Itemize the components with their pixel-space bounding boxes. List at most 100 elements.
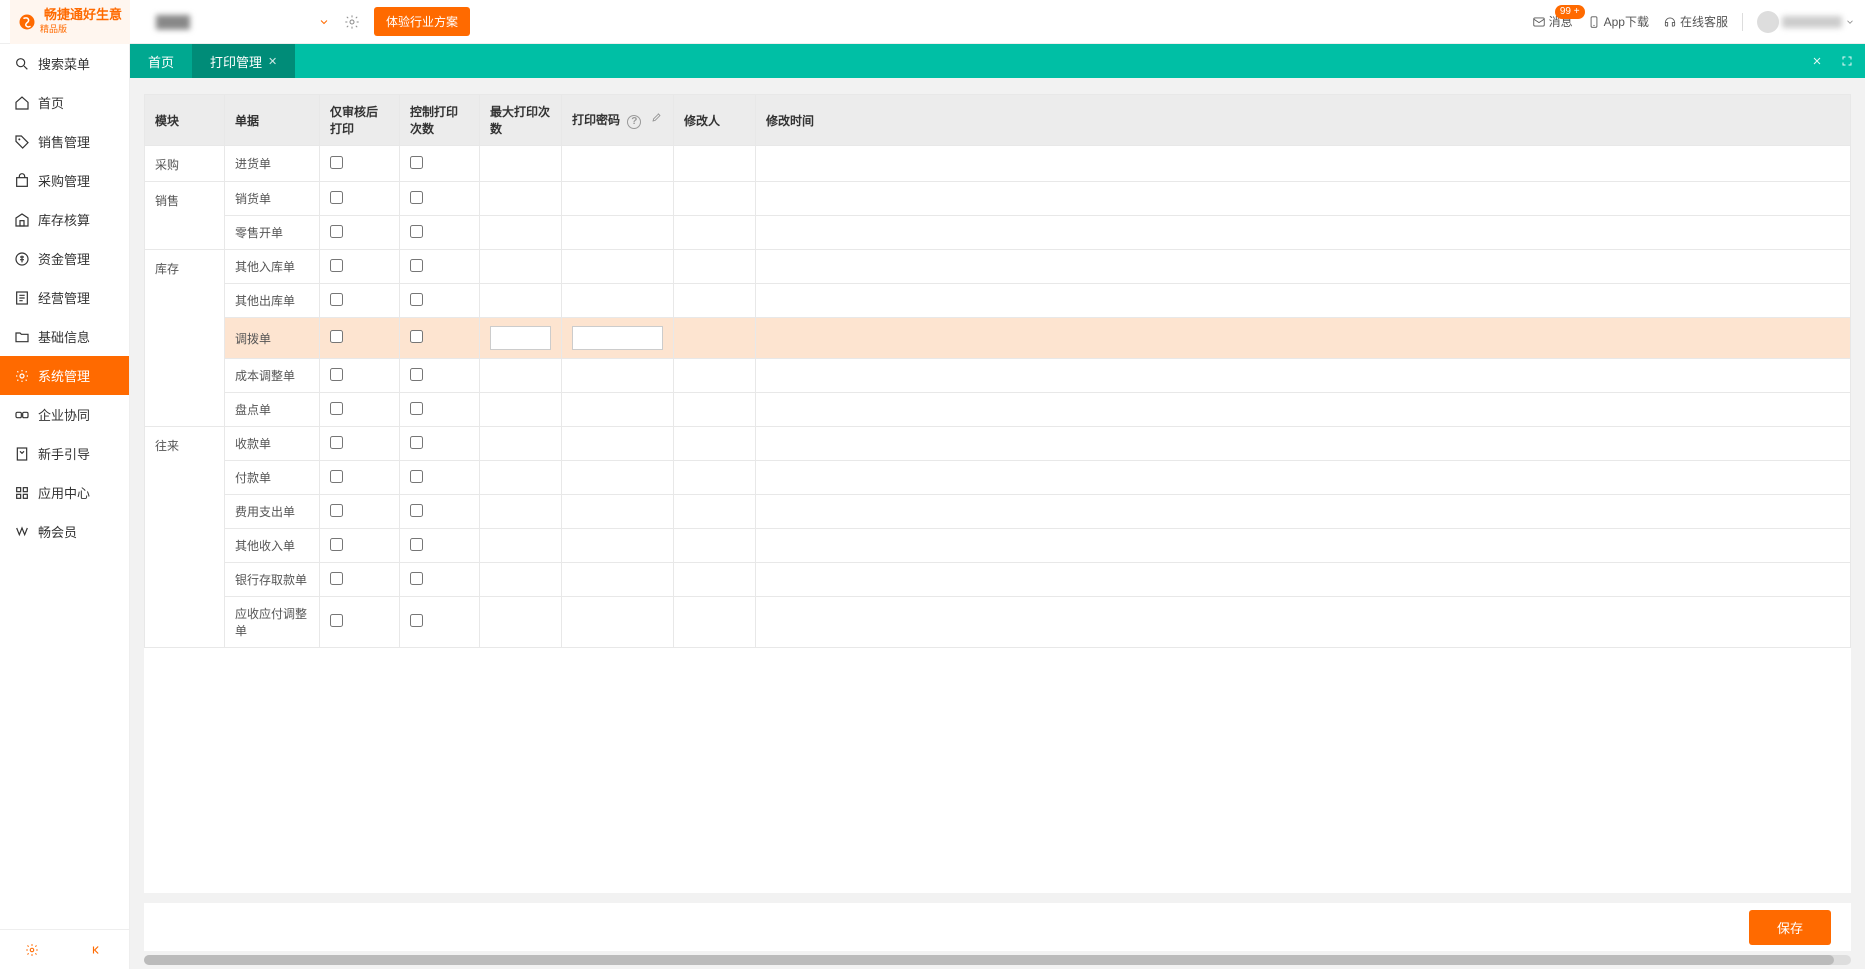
online-service-link[interactable]: 在线客服 [1663,13,1728,30]
scrollbar-thumb[interactable] [144,955,1834,965]
org-selector[interactable]: ████ [148,8,338,36]
only-approved-checkbox[interactable] [330,614,343,627]
control-count-checkbox[interactable] [410,402,423,415]
table-row[interactable]: 其他收入单 [145,529,1851,563]
sidebar-item-9[interactable]: 企业协同 [0,395,129,434]
sidebar-item-8[interactable]: 系统管理 [0,356,129,395]
phone-icon [1587,15,1601,29]
control-count-checkbox[interactable] [410,614,423,627]
control-count-checkbox[interactable] [410,156,423,169]
fullscreen-icon[interactable] [1837,51,1857,71]
table-row[interactable]: 库存其他入库单 [145,250,1851,284]
table-row[interactable]: 零售开单 [145,216,1851,250]
tab-print-management[interactable]: 打印管理 ✕ [192,44,295,78]
sidebar-item-1[interactable]: 首页 [0,83,129,122]
sidebar-item-5[interactable]: 资金管理 [0,239,129,278]
only-approved-checkbox[interactable] [330,470,343,483]
doc-cell: 付款单 [225,461,320,495]
only-approved-checkbox[interactable] [330,504,343,517]
trial-industry-button[interactable]: 体验行业方案 [374,7,470,36]
tab-close-icon[interactable]: ✕ [268,55,277,68]
only-approved-checkbox[interactable] [330,259,343,272]
th-only-approved: 仅审核后打印 [320,95,400,146]
only-approved-checkbox[interactable] [330,436,343,449]
top-header: 畅捷通好生意 精品版 ████ 体验行业方案 消息 99 + App下载 在线客… [0,0,1865,44]
table-row[interactable]: 其他出库单 [145,284,1851,318]
logo-sub: 精品版 [40,22,122,35]
table-row[interactable]: 调拨单 [145,318,1851,359]
only-approved-cell [320,597,400,648]
control-count-checkbox[interactable] [410,572,423,585]
tab-print-label: 打印管理 [210,52,262,71]
table-row[interactable]: 应收应付调整单 [145,597,1851,648]
messages-link[interactable]: 消息 99 + [1532,13,1573,30]
collapse-sidebar-icon[interactable] [90,943,104,957]
table-row[interactable]: 银行存取款单 [145,563,1851,597]
table-row[interactable]: 往来收款单 [145,427,1851,461]
control-count-checkbox[interactable] [410,259,423,272]
only-approved-checkbox[interactable] [330,191,343,204]
sidebar-item-2[interactable]: 销售管理 [0,122,129,161]
control-count-checkbox[interactable] [410,191,423,204]
control-count-checkbox[interactable] [410,504,423,517]
tabs-close-all-icon[interactable] [1807,51,1827,71]
table-row[interactable]: 付款单 [145,461,1851,495]
sidebar-item-11[interactable]: 应用中心 [0,473,129,512]
only-approved-checkbox[interactable] [330,368,343,381]
th-password: 打印密码 ? [562,95,674,146]
module-cell: 销售 [145,182,225,250]
control-count-checkbox[interactable] [410,330,423,343]
table-row[interactable]: 销售销货单 [145,182,1851,216]
doc-cell: 其他出库单 [225,284,320,318]
help-icon[interactable]: ? [627,115,641,129]
sidebar-item-4[interactable]: 库存核算 [0,200,129,239]
table-row[interactable]: 成本调整单 [145,359,1851,393]
edit-column-icon[interactable] [651,111,663,123]
save-button[interactable]: 保存 [1749,910,1831,945]
horizontal-scrollbar[interactable] [144,955,1851,965]
message-icon [1532,15,1546,29]
user-profile[interactable] [1757,11,1855,33]
control-count-checkbox[interactable] [410,293,423,306]
only-approved-checkbox[interactable] [330,572,343,585]
sidebar-item-label: 采购管理 [38,171,90,190]
password-input[interactable] [572,326,663,350]
control-count-cell [400,318,480,359]
sidebar-item-label: 应用中心 [38,483,90,502]
vip-icon [14,524,30,540]
sidebar-item-0[interactable]: 搜索菜单 [0,44,129,83]
tab-home[interactable]: 首页 [130,44,192,78]
control-count-checkbox[interactable] [410,225,423,238]
sidebar-item-6[interactable]: 经营管理 [0,278,129,317]
control-count-checkbox[interactable] [410,436,423,449]
table-row[interactable]: 采购进货单 [145,146,1851,182]
only-approved-checkbox[interactable] [330,156,343,169]
sidebar-item-3[interactable]: 采购管理 [0,161,129,200]
modify-time-cell [756,216,1851,250]
sidebar-item-label: 库存核算 [38,210,90,229]
only-approved-checkbox[interactable] [330,330,343,343]
sidebar-item-7[interactable]: 基础信息 [0,317,129,356]
table-row[interactable]: 费用支出单 [145,495,1851,529]
control-count-cell [400,216,480,250]
only-approved-checkbox[interactable] [330,225,343,238]
max-count-cell [480,216,562,250]
control-count-checkbox[interactable] [410,470,423,483]
sidebar-item-12[interactable]: 畅会员 [0,512,129,551]
sidebar-item-10[interactable]: 新手引导 [0,434,129,473]
logo-icon [18,13,36,31]
control-count-checkbox[interactable] [410,538,423,551]
only-approved-checkbox[interactable] [330,293,343,306]
print-settings-table: 模块 单据 仅审核后打印 控制打印次数 最大打印次数 打印密码 ? 修改人 [144,94,1851,648]
table-row[interactable]: 盘点单 [145,393,1851,427]
settings-gear-icon[interactable] [344,14,360,30]
control-count-checkbox[interactable] [410,368,423,381]
max-count-input[interactable] [490,326,551,350]
only-approved-checkbox[interactable] [330,402,343,415]
password-cell [562,393,674,427]
footer-gear-icon[interactable] [25,943,39,957]
modifier-cell [674,393,756,427]
only-approved-checkbox[interactable] [330,538,343,551]
guide-icon [14,446,30,462]
app-download-link[interactable]: App下载 [1587,13,1649,30]
